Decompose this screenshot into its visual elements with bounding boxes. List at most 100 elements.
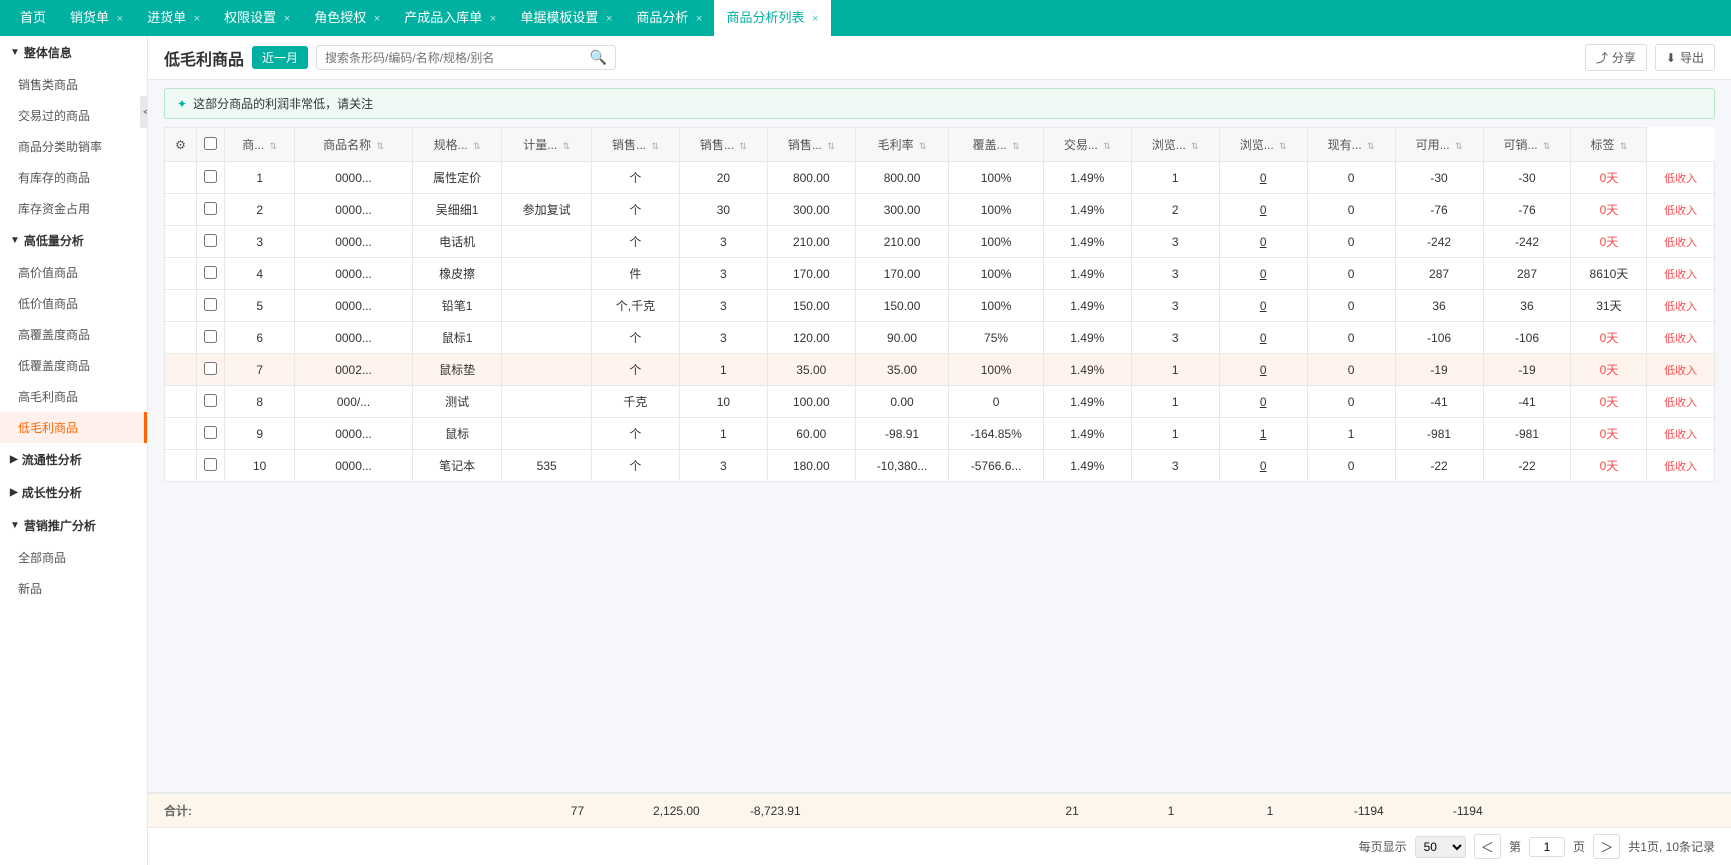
row-select-checkbox[interactable] [204, 266, 217, 279]
sidebar-item-high-margin[interactable]: 高毛利商品 [0, 381, 147, 412]
row-checkbox[interactable] [197, 322, 225, 354]
row-sales-price: 800.00 [767, 162, 855, 194]
row-view1[interactable]: 0 [1219, 226, 1307, 258]
nav-close-icon[interactable]: × [117, 13, 123, 25]
select-all-checkbox[interactable] [204, 137, 217, 150]
sidebar-group-growth[interactable]: ▶ 成长性分析 [0, 476, 147, 509]
sidebar-group-circulation[interactable]: ▶ 流通性分析 [0, 443, 147, 476]
col-available[interactable]: 可用... ⇅ [1395, 128, 1483, 162]
period-button[interactable]: 近一月 [252, 46, 308, 69]
col-coverage[interactable]: 覆盖... ⇅ [949, 128, 1044, 162]
row-checkbox[interactable] [197, 226, 225, 258]
share-button[interactable]: ⤴ 分享 [1585, 44, 1647, 71]
row-checkbox[interactable] [197, 162, 225, 194]
col-tag[interactable]: 标签 ⇅ [1571, 128, 1647, 162]
row-view1[interactable]: 0 [1219, 258, 1307, 290]
nav-purchase-order[interactable]: 进货单 × [135, 0, 212, 36]
row-checkbox[interactable] [197, 450, 225, 482]
sidebar-group-overall[interactable]: ▼ 整体信息 [0, 36, 147, 69]
next-page-button[interactable]: ＞ [1593, 834, 1620, 859]
row-select-checkbox[interactable] [204, 458, 217, 471]
nav-home[interactable]: 首页 [8, 0, 58, 36]
notice-bar: ✦ 这部分商品的利润非常低，请关注 [164, 88, 1715, 119]
export-button[interactable]: ⬇ 导出 [1655, 44, 1715, 71]
sidebar-item-category-rate[interactable]: 商品分类助销率 [0, 131, 147, 162]
nav-close-icon-active[interactable]: × [812, 13, 818, 25]
col-gross-margin[interactable]: 毛利率 ⇅ [855, 128, 949, 162]
sidebar-group-marketing[interactable]: ▼ 营销推广分析 [0, 509, 147, 542]
nav-close-icon[interactable]: × [606, 13, 612, 25]
row-sales-amount: 150.00 [855, 290, 949, 322]
sidebar-item-low-margin[interactable]: 低毛利商品 [0, 412, 147, 443]
row-view1[interactable]: 0 [1219, 322, 1307, 354]
col-current[interactable]: 现有... ⇅ [1307, 128, 1395, 162]
prev-page-button[interactable]: ＜ [1474, 834, 1501, 859]
nav-product-inbound[interactable]: 产成品入库单 × [392, 0, 508, 36]
nav-permissions[interactable]: 权限设置 × [212, 0, 302, 36]
row-checkbox[interactable] [197, 354, 225, 386]
row-select-checkbox[interactable] [204, 394, 217, 407]
row-view1[interactable]: 0 [1219, 386, 1307, 418]
nav-close-icon[interactable]: × [194, 13, 200, 25]
col-sellable[interactable]: 可销... ⇅ [1483, 128, 1571, 162]
nav-close-icon[interactable]: × [490, 13, 496, 25]
col-spec[interactable]: 规格... ⇅ [412, 128, 502, 162]
row-select-checkbox[interactable] [204, 426, 217, 439]
row-select-checkbox[interactable] [204, 234, 217, 247]
row-view1[interactable]: 1 [1219, 418, 1307, 450]
row-view1[interactable]: 0 [1219, 450, 1307, 482]
row-coverage: 1.49% [1043, 194, 1131, 226]
col-view2[interactable]: 浏览... ⇅ [1219, 128, 1307, 162]
row-transaction: 3 [1131, 226, 1219, 258]
col-sales-amount[interactable]: 销售... ⇅ [767, 128, 855, 162]
nav-close-icon[interactable]: × [374, 13, 380, 25]
sidebar-item-high-value[interactable]: 高价值商品 [0, 257, 147, 288]
sidebar-item-high-coverage[interactable]: 高覆盖度商品 [0, 319, 147, 350]
row-checkbox[interactable] [197, 418, 225, 450]
nav-close-icon[interactable]: × [284, 13, 290, 25]
sidebar-group-highlow[interactable]: ▼ 高低量分析 [0, 224, 147, 257]
sidebar-item-inventory-capital[interactable]: 库存资金占用 [0, 193, 147, 224]
col-transaction[interactable]: 交易... ⇅ [1043, 128, 1131, 162]
search-icon[interactable]: 🔍 [590, 49, 607, 66]
sidebar-item-low-coverage[interactable]: 低覆盖度商品 [0, 350, 147, 381]
col-unit[interactable]: 计量... ⇅ [502, 128, 592, 162]
nav-template-settings[interactable]: 单据模板设置 × [508, 0, 624, 36]
nav-role-auth[interactable]: 角色授权 × [302, 0, 392, 36]
row-view1[interactable]: 0 [1219, 194, 1307, 226]
nav-product-analysis[interactable]: 商品分析 × [624, 0, 714, 36]
nav-close-icon[interactable]: × [696, 13, 702, 25]
row-select-checkbox[interactable] [204, 330, 217, 343]
col-name[interactable]: 商品名称 ⇅ [295, 128, 412, 162]
col-code[interactable]: 商... ⇅ [225, 128, 295, 162]
col-sales-count[interactable]: 销售... ⇅ [591, 128, 679, 162]
col-settings[interactable]: ⚙ [165, 128, 197, 162]
row-view1[interactable]: 0 [1219, 162, 1307, 194]
row-select-checkbox[interactable] [204, 362, 217, 375]
row-select-checkbox[interactable] [204, 170, 217, 183]
sidebar-item-all-products[interactable]: 全部商品 [0, 542, 147, 573]
row-select-checkbox[interactable] [204, 298, 217, 311]
row-view2: 0 [1307, 194, 1395, 226]
sidebar-collapse-btn[interactable]: ≪ [140, 96, 148, 128]
col-sales-price[interactable]: 销售... ⇅ [679, 128, 767, 162]
col-checkbox-all[interactable] [197, 128, 225, 162]
per-page-select[interactable]: 50 100 200 [1415, 836, 1466, 858]
row-checkbox[interactable] [197, 258, 225, 290]
sidebar-item-traded-products[interactable]: 交易过的商品 [0, 100, 147, 131]
row-view1[interactable]: 0 [1219, 354, 1307, 386]
sidebar-item-sales-products[interactable]: 销售类商品 [0, 69, 147, 100]
page-number-input[interactable] [1529, 837, 1565, 857]
row-view1[interactable]: 0 [1219, 290, 1307, 322]
row-checkbox[interactable] [197, 290, 225, 322]
row-checkbox[interactable] [197, 194, 225, 226]
sidebar-item-low-value[interactable]: 低价值商品 [0, 288, 147, 319]
sidebar-item-new-products[interactable]: 新品 [0, 573, 147, 604]
sidebar-item-stocked-products[interactable]: 有库存的商品 [0, 162, 147, 193]
col-view1[interactable]: 浏览... ⇅ [1131, 128, 1219, 162]
nav-product-analysis-list[interactable]: 商品分析列表 × [714, 0, 830, 36]
row-select-checkbox[interactable] [204, 202, 217, 215]
nav-sales-order[interactable]: 销货单 × [58, 0, 135, 36]
search-input[interactable] [325, 51, 590, 65]
row-checkbox[interactable] [197, 386, 225, 418]
